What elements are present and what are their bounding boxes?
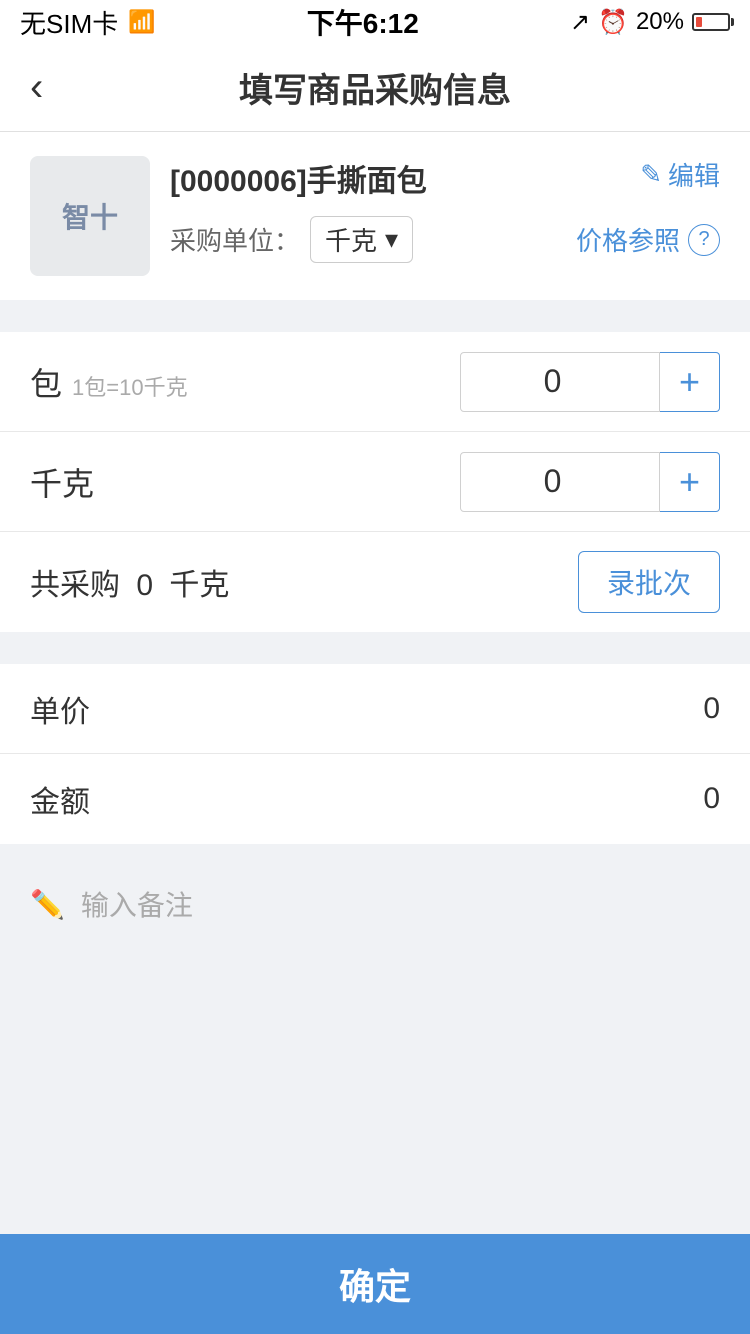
kg-input-right: +	[460, 452, 720, 512]
kg-label: 千克	[30, 459, 94, 505]
bao-plus-button[interactable]: +	[660, 352, 720, 412]
unit-price-row: 单价 0	[0, 664, 750, 754]
bao-input-row: 包 1包=10千克 +	[0, 332, 750, 432]
carrier-label: 无SIM卡	[20, 4, 118, 41]
price-ref-help-icon: ?	[688, 224, 720, 256]
alarm-icon: ⏰	[598, 8, 628, 37]
location-icon: ↗	[570, 8, 590, 37]
bao-quantity-input[interactable]	[460, 352, 660, 412]
product-thumbnail: 智十	[30, 156, 150, 276]
battery-icon	[692, 13, 730, 31]
pencil-icon: ✏️	[30, 888, 65, 921]
battery-fill	[696, 17, 702, 27]
bao-label-group: 包 1包=10千克	[30, 359, 188, 405]
kg-label-group: 千克	[30, 459, 94, 505]
back-icon: ‹	[30, 65, 43, 110]
nav-bar: ‹ 填写商品采购信息	[0, 44, 750, 132]
amount-label: 金额	[30, 777, 90, 821]
product-info: [0000006]手撕面包 ✎ 编辑 采购单位： 千克 ▾ 价格参照 ?	[170, 156, 720, 263]
unit-selector-group: 采购单位： 千克 ▾	[170, 216, 413, 263]
status-bar: 无SIM卡 📶 下午6:12 ↗ ⏰ 20%	[0, 0, 750, 44]
unit-dropdown[interactable]: 千克 ▾	[310, 216, 413, 263]
kg-plus-icon: +	[679, 461, 700, 503]
status-time: 下午6:12	[307, 2, 419, 42]
product-logo: 智十	[62, 196, 118, 236]
bao-input-right: +	[460, 352, 720, 412]
edit-icon: ✎	[640, 159, 662, 190]
product-unit-row: 采购单位： 千克 ▾ 价格参照 ?	[170, 216, 720, 263]
amount-value: 0	[703, 782, 720, 816]
battery-percent: 20%	[636, 8, 684, 36]
unit-price-value: 0	[703, 692, 720, 726]
bao-plus-icon: +	[679, 361, 700, 403]
summary-text: 共采购 0 千克	[30, 560, 229, 604]
summary-prefix: 共采购	[30, 569, 120, 602]
unit-value: 千克	[325, 221, 377, 258]
content-filler	[0, 948, 750, 1148]
product-card: 智十 [0000006]手撕面包 ✎ 编辑 采购单位： 千克 ▾ 价格参照 ?	[0, 132, 750, 300]
bao-label: 包	[30, 359, 62, 405]
product-name: [0000006]手撕面包	[170, 156, 640, 200]
back-button[interactable]: ‹	[30, 65, 43, 110]
status-right: ↗ ⏰ 20%	[570, 8, 730, 37]
wifi-icon: 📶	[128, 9, 155, 35]
status-left: 无SIM卡 📶	[20, 4, 156, 41]
note-section[interactable]: ✏️ 输入备注	[0, 860, 750, 948]
edit-label: 编辑	[668, 156, 720, 193]
separator-1	[0, 316, 750, 332]
batch-button[interactable]: 录批次	[578, 551, 720, 613]
kg-plus-button[interactable]: +	[660, 452, 720, 512]
summary-unit: 千克	[169, 569, 229, 602]
bao-sublabel: 1包=10千克	[72, 370, 188, 402]
page-title: 填写商品采购信息	[239, 63, 511, 112]
amount-row: 金额 0	[0, 754, 750, 844]
summary-value: 0	[136, 569, 153, 602]
summary-row: 共采购 0 千克 录批次	[0, 532, 750, 632]
note-placeholder: 输入备注	[81, 884, 193, 924]
kg-input-row: 千克 +	[0, 432, 750, 532]
kg-quantity-input[interactable]	[460, 452, 660, 512]
input-section: 包 1包=10千克 + 千克 +	[0, 332, 750, 532]
price-ref-label: 价格参照	[576, 221, 680, 258]
separator-2	[0, 632, 750, 648]
price-ref-button[interactable]: 价格参照 ?	[576, 221, 720, 258]
unit-price-label: 单价	[30, 687, 90, 731]
unit-label: 采购单位：	[170, 221, 300, 258]
price-amount-section: 单价 0 金额 0	[0, 664, 750, 844]
product-top-row: [0000006]手撕面包 ✎ 编辑	[170, 156, 720, 200]
dropdown-icon: ▾	[385, 224, 398, 255]
confirm-button[interactable]: 确定	[0, 1234, 750, 1334]
edit-button[interactable]: ✎ 编辑	[640, 156, 720, 193]
